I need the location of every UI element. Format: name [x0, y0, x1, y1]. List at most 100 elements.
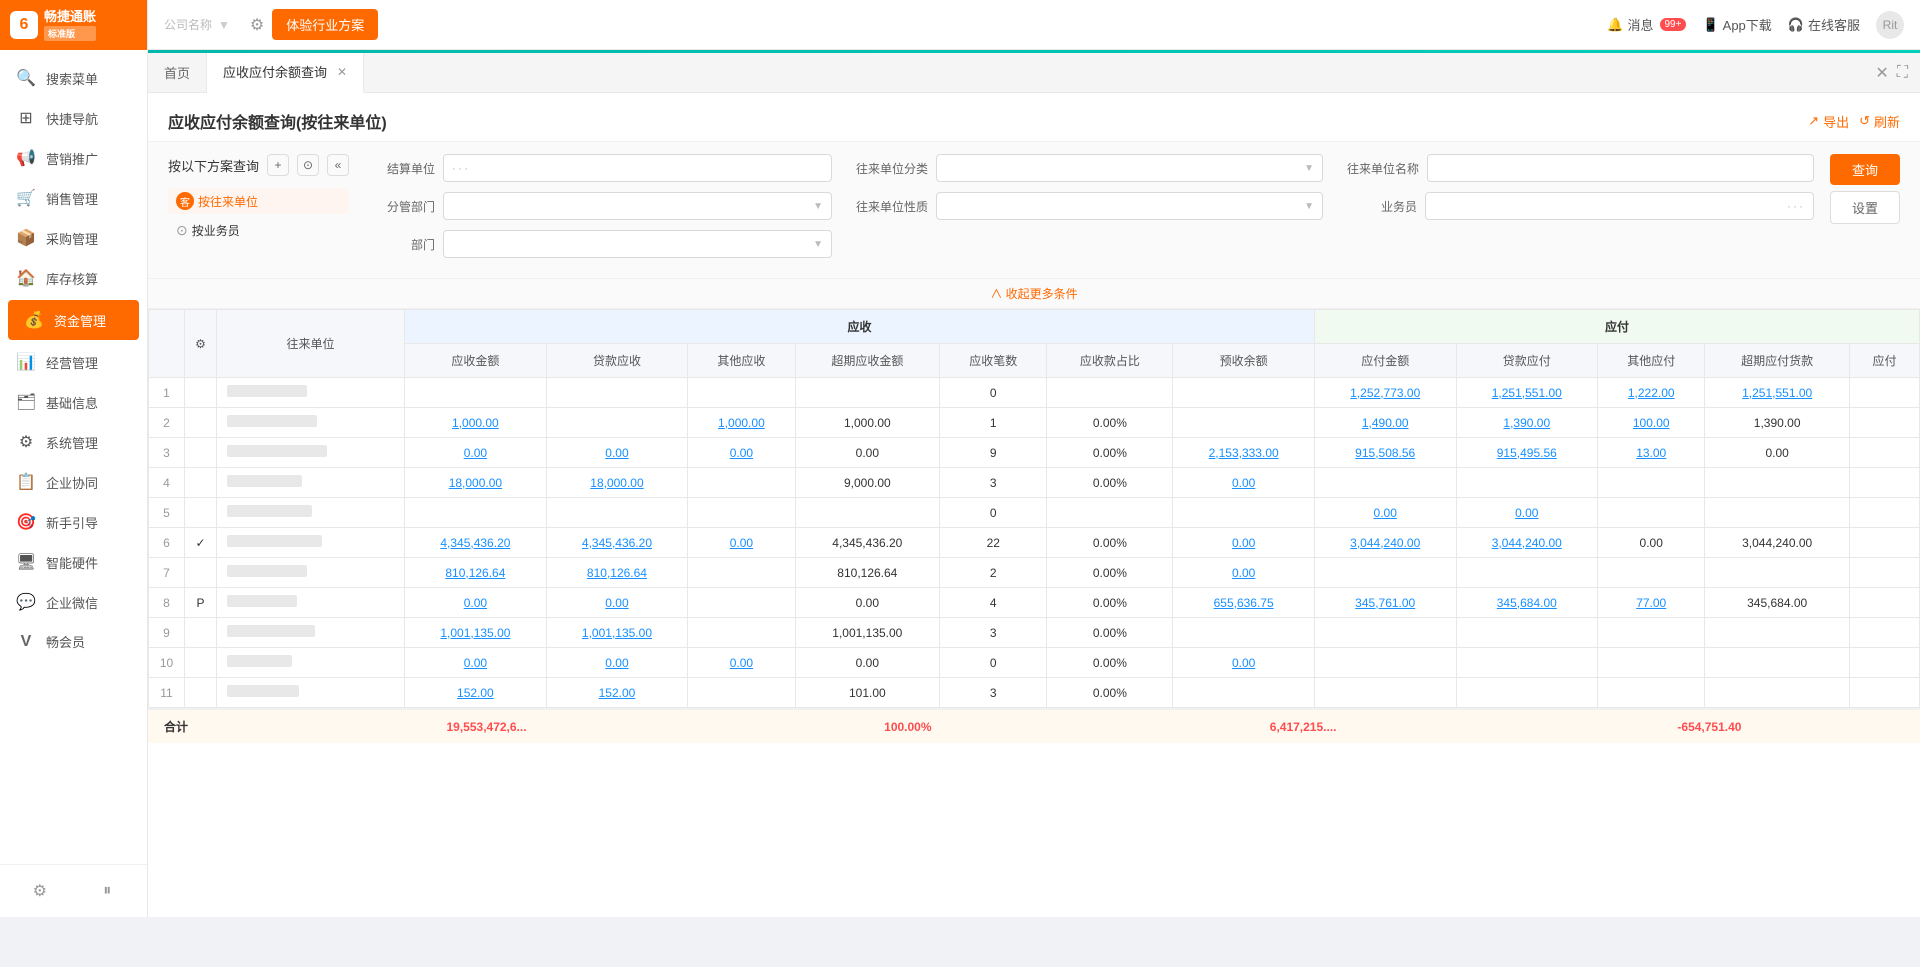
advance-balance-cell[interactable]: 2,153,333.00: [1173, 438, 1315, 468]
sidebar-item-guide[interactable]: 🎯 新手引导: [0, 502, 147, 542]
row-settings[interactable]: [185, 378, 217, 408]
ar-amount-cell[interactable]: 0.00: [405, 438, 547, 468]
sidebar-item-wechat[interactable]: 💬 企业微信: [0, 582, 147, 622]
loan-ap-cell[interactable]: 3,044,240.00: [1456, 528, 1598, 558]
row-settings[interactable]: [185, 408, 217, 438]
other-ap-cell[interactable]: 100.00: [1598, 408, 1705, 438]
loan-ar-cell[interactable]: 1,001,135.00: [546, 618, 688, 648]
ap-amount-cell[interactable]: 1,252,773.00: [1314, 378, 1456, 408]
sidebar-item-finance[interactable]: 💰 资金管理: [8, 300, 139, 340]
loan-ar-cell[interactable]: 18,000.00: [546, 468, 688, 498]
sidebar-item-basic-info[interactable]: 🗂 基础信息: [0, 382, 147, 422]
dept-input[interactable]: ▼: [443, 230, 832, 258]
salesman-input[interactable]: ···: [1425, 192, 1814, 220]
other-ap-cell[interactable]: 77.00: [1598, 588, 1705, 618]
sidebar-item-member[interactable]: V 畅会员: [0, 622, 147, 661]
sidebar-item-operations[interactable]: 📊 经营管理: [0, 342, 147, 382]
row-settings[interactable]: [185, 618, 217, 648]
filter-settings-btn[interactable]: ⊙: [297, 154, 319, 176]
add-filter-btn[interactable]: +: [267, 154, 289, 176]
other-ap-cell[interactable]: 1,222.00: [1598, 378, 1705, 408]
sidebar-item-purchase[interactable]: 📦 采购管理: [0, 218, 147, 258]
loan-ap-cell[interactable]: 1,390.00: [1456, 408, 1598, 438]
ap-amount-cell[interactable]: 0.00: [1314, 498, 1456, 528]
sidebar-item-system[interactable]: ⚙ 系统管理: [0, 422, 147, 462]
ar-amount-cell[interactable]: 152.00: [405, 678, 547, 708]
other-ar-cell[interactable]: 0.00: [688, 648, 795, 678]
sidebar-item-hardware[interactable]: 🖥 智能硬件: [0, 542, 147, 582]
other-ar-cell[interactable]: 0.00: [688, 438, 795, 468]
loan-ap-cell[interactable]: 1,251,551.00: [1456, 378, 1598, 408]
collapse-button[interactable]: ⏸: [78, 876, 138, 906]
user-avatar[interactable]: Rit: [1876, 11, 1904, 39]
row-settings[interactable]: ✓: [185, 528, 217, 558]
ar-amount-cell[interactable]: 4,345,436.20: [405, 528, 547, 558]
advance-balance-cell[interactable]: 0.00: [1173, 648, 1315, 678]
advance-balance-cell[interactable]: 0.00: [1173, 558, 1315, 588]
setting-button[interactable]: 设置: [1830, 191, 1900, 224]
loan-ap-cell[interactable]: 0.00: [1456, 498, 1598, 528]
partner-nature-input[interactable]: ▼: [936, 192, 1323, 220]
sidebar-item-inventory[interactable]: 🏠 库存核算: [0, 258, 147, 298]
overdue-ap-cell[interactable]: 1,251,551.00: [1705, 378, 1850, 408]
row-settings[interactable]: [185, 678, 217, 708]
promo-button[interactable]: 体验行业方案: [272, 9, 378, 40]
loan-ar-cell[interactable]: 4,345,436.20: [546, 528, 688, 558]
other-ar-cell[interactable]: 1,000.00: [688, 408, 795, 438]
filter-collapse-btn[interactable]: «: [327, 154, 349, 176]
online-service-item[interactable]: 🎧 在线客服: [1788, 15, 1860, 34]
sidebar-item-sales[interactable]: 🛒 销售管理: [0, 178, 147, 218]
ar-amount-cell[interactable]: 1,001,135.00: [405, 618, 547, 648]
row-settings[interactable]: [185, 498, 217, 528]
tab-maximize-icon[interactable]: ⛶: [1897, 64, 1908, 82]
notification-item[interactable]: 🔔 消息 99+: [1607, 15, 1686, 34]
loan-ar-cell[interactable]: 810,126.64: [546, 558, 688, 588]
sidebar-item-marketing[interactable]: 📢 营销推广: [0, 138, 147, 178]
tab-ar-ap[interactable]: 应收应付余额查询 ✕: [207, 53, 364, 93]
tab-close-window-icon[interactable]: ✕: [1875, 63, 1888, 83]
app-download-item[interactable]: 📱 App下载: [1702, 15, 1771, 34]
refresh-button[interactable]: ↺ 刷新: [1859, 112, 1900, 131]
settlement-unit-input[interactable]: ···: [443, 154, 832, 182]
ar-amount-cell[interactable]: 18,000.00: [405, 468, 547, 498]
dept-manager-input[interactable]: ▼: [443, 192, 832, 220]
ap-amount-cell[interactable]: 915,508.56: [1314, 438, 1456, 468]
advance-balance-cell[interactable]: 655,636.75: [1173, 588, 1315, 618]
ap-amount-cell[interactable]: 3,044,240.00: [1314, 528, 1456, 558]
row-settings[interactable]: [185, 558, 217, 588]
row-settings[interactable]: [185, 468, 217, 498]
export-button[interactable]: ↗ 导出: [1808, 112, 1849, 131]
ar-amount-cell[interactable]: 1,000.00: [405, 408, 547, 438]
loan-ar-cell[interactable]: 0.00: [546, 438, 688, 468]
collapse-more-conditions[interactable]: ∧ 收起更多条件: [148, 279, 1920, 309]
advance-balance-cell[interactable]: 0.00: [1173, 528, 1315, 558]
row-settings[interactable]: [185, 648, 217, 678]
tab-home[interactable]: 首页: [148, 53, 207, 93]
ap-amount-cell[interactable]: 345,761.00: [1314, 588, 1456, 618]
loan-ar-cell[interactable]: 0.00: [546, 648, 688, 678]
row-settings[interactable]: P: [185, 588, 217, 618]
ar-amount-cell[interactable]: 0.00: [405, 648, 547, 678]
sidebar-item-quick-nav[interactable]: ⊞ 快捷导航: [0, 98, 147, 138]
partner-category-input[interactable]: ▼: [936, 154, 1323, 182]
table-settings-header[interactable]: ⚙: [185, 310, 217, 378]
settings-gear-icon[interactable]: ⚙: [250, 15, 264, 35]
loan-ap-cell[interactable]: 345,684.00: [1456, 588, 1598, 618]
sidebar-item-search[interactable]: 🔍 搜索菜单: [0, 58, 147, 98]
ar-amount-cell[interactable]: 0.00: [405, 588, 547, 618]
tab-close-icon[interactable]: ✕: [337, 65, 347, 79]
scheme-by-customer[interactable]: 客 按往来单位: [168, 188, 349, 214]
loan-ar-cell[interactable]: 152.00: [546, 678, 688, 708]
ap-amount-cell[interactable]: 1,490.00: [1314, 408, 1456, 438]
ar-amount-cell[interactable]: 810,126.64: [405, 558, 547, 588]
other-ap-cell[interactable]: 13.00: [1598, 438, 1705, 468]
scheme-by-staff[interactable]: ⊙ 按业务员: [168, 218, 349, 243]
sidebar-item-enterprise[interactable]: 📋 企业协同: [0, 462, 147, 502]
other-ar-cell[interactable]: 0.00: [688, 528, 795, 558]
loan-ap-cell[interactable]: 915,495.56: [1456, 438, 1598, 468]
query-button[interactable]: 查询: [1830, 154, 1900, 185]
settings-button[interactable]: ⚙: [10, 875, 70, 907]
row-settings[interactable]: [185, 438, 217, 468]
advance-balance-cell[interactable]: 0.00: [1173, 468, 1315, 498]
partner-name-input[interactable]: [1427, 154, 1814, 182]
